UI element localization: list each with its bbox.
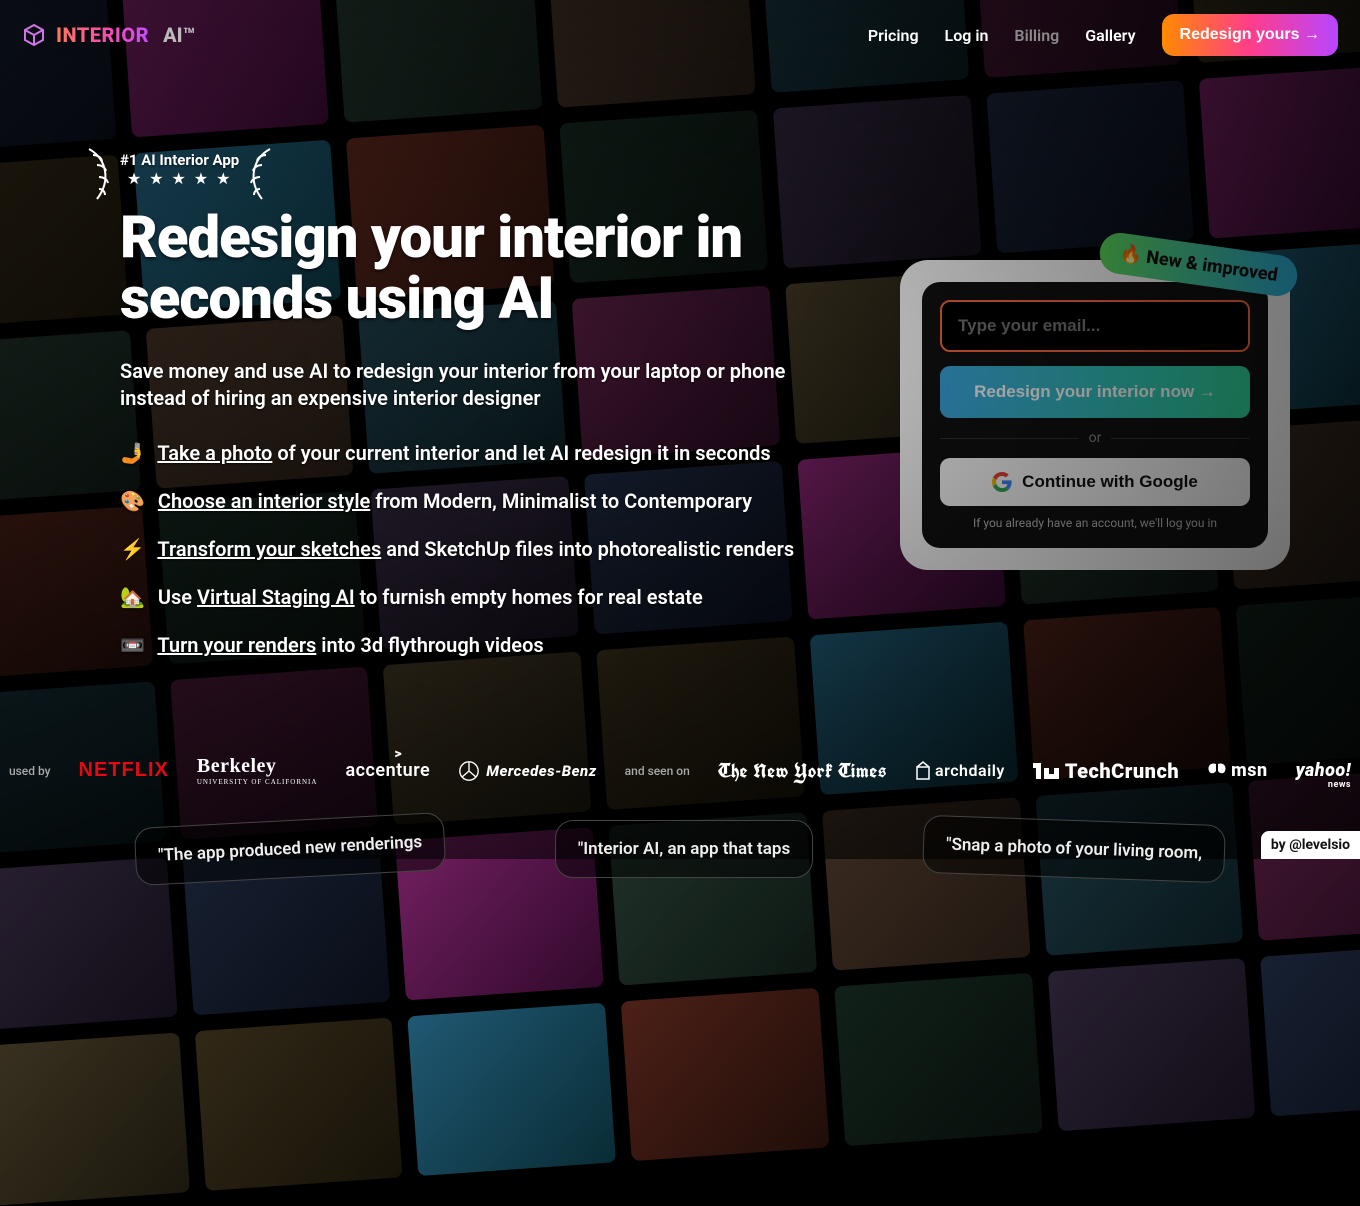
hero-subhead: Save money and use AI to redesign your i… [120, 358, 820, 412]
quote-card: "Interior AI, an app that taps [555, 820, 813, 878]
press-quotes: "The app produced new renderings "Interi… [0, 820, 1360, 878]
bullet-photo-link[interactable]: Take a photo [157, 441, 272, 465]
tape-icon: 📼 [120, 633, 145, 657]
bullet-staging-link[interactable]: Virtual Staging AI [197, 585, 355, 609]
logo-msn: msn [1207, 760, 1267, 781]
techcrunch-icon [1033, 763, 1059, 779]
seen-on-label: and seen on [625, 764, 690, 778]
bullet-sketches-link[interactable]: Transform your sketches [157, 537, 381, 561]
used-by-label: used by [9, 764, 51, 778]
bullet-photo: 🤳 Take a photo of your current interior … [120, 440, 820, 466]
palette-icon: 🎨 [120, 489, 145, 513]
logo-berkeley: Berkeley UNIVERSITY OF CALIFORNIA [197, 755, 318, 786]
logo-netflix: NETFLIX [79, 759, 169, 782]
msn-butterfly-icon [1207, 762, 1227, 780]
laurel-left-icon [78, 145, 124, 203]
logo-mercedes: Mercedes-Benz [458, 760, 596, 782]
award-badge: #1 AI Interior App ★ ★ ★ ★ ★ [120, 151, 239, 188]
logo-archdaily: archdaily [915, 761, 1005, 781]
bullet-sketches: ⚡ Transform your sketches and SketchUp f… [120, 536, 820, 562]
house-icon: 🏡 [120, 585, 145, 609]
quote-card: "Snap a photo of your living room, [922, 815, 1226, 884]
logo-text-main: INTERIOR [56, 23, 149, 47]
archdaily-icon [915, 761, 931, 781]
bullet-staging: 🏡 Use Virtual Staging AI to furnish empt… [120, 584, 820, 610]
logo[interactable]: INTERIOR AI™ [22, 23, 195, 47]
nav-pricing[interactable]: Pricing [868, 26, 919, 45]
nav-billing[interactable]: Billing [1014, 26, 1059, 45]
award-title: #1 AI Interior App [120, 151, 239, 169]
award-stars: ★ ★ ★ ★ ★ [127, 169, 233, 188]
selfie-icon: 🤳 [120, 441, 145, 465]
logo-nyt: The New York Times [718, 757, 887, 784]
logo-text-sub: AI™ [163, 23, 195, 47]
logo-accenture: accenture [345, 760, 430, 781]
nav-gallery[interactable]: Gallery [1085, 26, 1135, 45]
bullet-renders: 📼 Turn your renders into 3d flythrough v… [120, 632, 820, 658]
press-logos: used by NETFLIX Berkeley UNIVERSITY OF C… [0, 755, 1360, 786]
mercedes-star-icon [458, 760, 480, 782]
main-nav: Pricing Log in Billing Gallery Redesign … [868, 14, 1338, 56]
cube-icon [22, 23, 46, 47]
bolt-icon: ⚡ [120, 537, 145, 561]
redesign-yours-button[interactable]: Redesign yours → [1162, 14, 1338, 56]
bullet-style: 🎨 Choose an interior style from Modern, … [120, 488, 820, 514]
feature-bullets: 🤳 Take a photo of your current interior … [120, 440, 840, 658]
site-header: INTERIOR AI™ Pricing Log in Billing Gall… [0, 0, 1360, 70]
hero-title: Redesign your interior in seconds using … [120, 208, 840, 330]
hero-section: #1 AI Interior App ★ ★ ★ ★ ★ Redesign yo… [0, 70, 1360, 680]
quote-card: "The app produced new renderings [134, 812, 447, 886]
nav-login[interactable]: Log in [945, 26, 989, 45]
logo-techcrunch: TechCrunch [1033, 759, 1179, 783]
laurel-right-icon [235, 145, 281, 203]
bullet-renders-link[interactable]: Turn your renders [157, 633, 316, 657]
attribution-badge[interactable]: by @levelsio [1261, 831, 1360, 859]
logo-yahoo: yahoo! news [1296, 760, 1351, 781]
bullet-style-link[interactable]: Choose an interior style [158, 489, 370, 513]
